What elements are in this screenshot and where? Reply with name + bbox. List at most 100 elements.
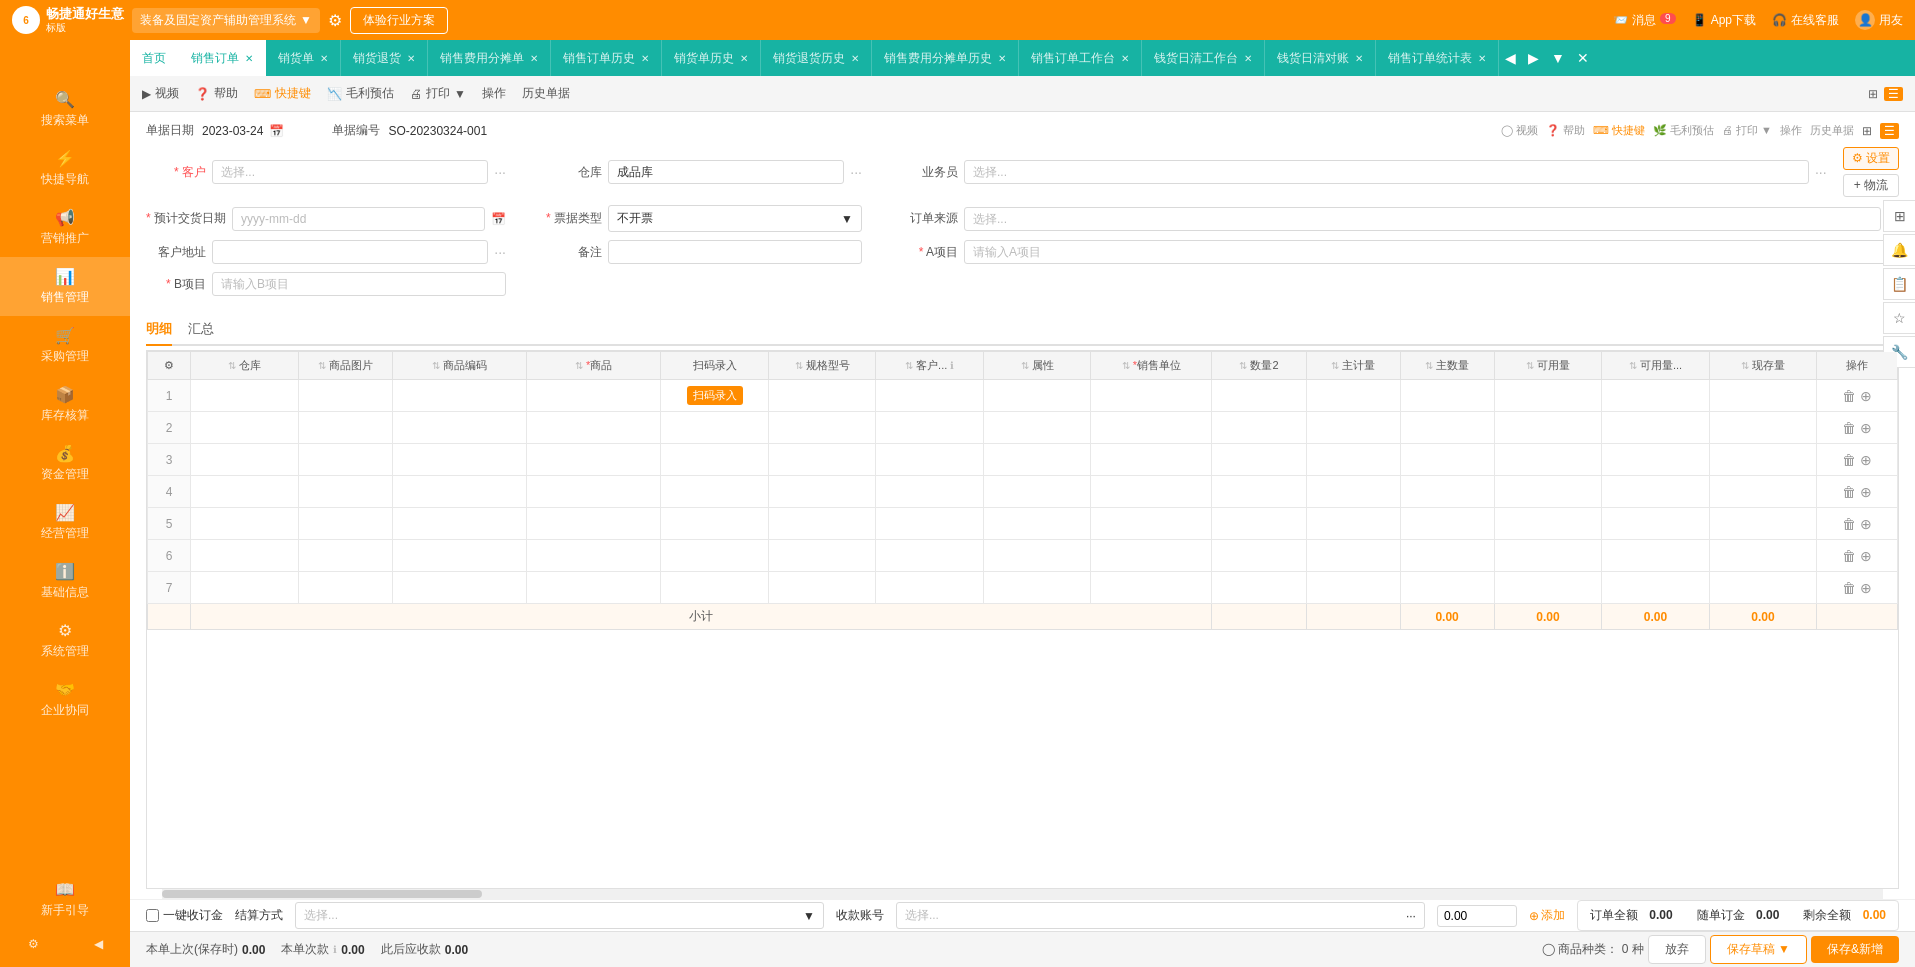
sidebar-item-quick-nav[interactable]: ⚡ 快捷导航 <box>0 139 130 198</box>
tab-sales-order-history[interactable]: 销售订单历史 ✕ <box>551 40 662 76</box>
row2-spec[interactable] <box>768 412 876 444</box>
row1-customer-code[interactable] <box>876 380 984 412</box>
tab-close-sales-order[interactable]: ✕ <box>245 53 253 64</box>
row7-copy-button[interactable]: ⊕ <box>1860 580 1872 596</box>
row7-delete-button[interactable]: 🗑 <box>1842 580 1856 596</box>
row2-delete-button[interactable]: 🗑 <box>1842 420 1856 436</box>
tab-summary[interactable]: 汇总 <box>188 314 214 346</box>
tab-close-cash-workbench[interactable]: ✕ <box>1244 53 1252 64</box>
toolbar-view[interactable]: ▶ 视频 <box>142 85 179 102</box>
solution-button[interactable]: 体验行业方案 <box>350 7 448 34</box>
save-draft-button[interactable]: 保存草稿 ▼ <box>1710 935 1807 964</box>
row2-sales-unit[interactable] <box>1091 412 1212 444</box>
sidebar-item-enterprise[interactable]: 🤝 企业协同 <box>0 670 130 729</box>
tab-detail[interactable]: 明细 <box>146 314 172 346</box>
sidebar-item-purchase[interactable]: 🛒 采购管理 <box>0 316 130 375</box>
help-label[interactable]: ❓ 帮助 <box>1546 123 1585 138</box>
toolbar-help[interactable]: ❓ 帮助 <box>195 85 238 102</box>
row1-delete-button[interactable]: 🗑 <box>1842 388 1856 404</box>
row4-delete-button[interactable]: 🗑 <box>1842 484 1856 500</box>
sidebar-item-search[interactable]: 🔍 搜索菜单 <box>0 80 130 139</box>
toolbar-operation[interactable]: 操作 <box>482 85 506 102</box>
row2-scan[interactable] <box>661 412 769 444</box>
payment-method-select[interactable]: 选择... ▼ <box>295 902 824 929</box>
row2-sku-code[interactable] <box>392 412 526 444</box>
add-payment-button[interactable]: ⊕ 添加 <box>1529 907 1565 924</box>
salesperson-input[interactable] <box>964 160 1809 184</box>
toolbar-print[interactable]: 🖨 打印 ▼ <box>410 85 466 102</box>
account-select[interactable]: 选择... ··· <box>896 902 1425 929</box>
tab-order-workbench[interactable]: 销售订单工作台 ✕ <box>1019 40 1142 76</box>
tab-sales-report[interactable]: 销售订单统计表 ✕ <box>1376 40 1499 76</box>
tab-home[interactable]: 首页 <box>130 40 179 76</box>
float-icon-3[interactable]: 📋 <box>1883 268 1915 300</box>
tab-close-cash-reconcile[interactable]: ✕ <box>1355 53 1363 64</box>
row2-stock[interactable] <box>1709 412 1817 444</box>
tab-sales-delivery[interactable]: 销货单 ✕ <box>266 40 341 76</box>
system-settings-icon[interactable]: ⚙ <box>328 11 342 30</box>
tab-close-delivery-history[interactable]: ✕ <box>740 53 748 64</box>
customer-more-button[interactable]: ··· <box>494 164 506 180</box>
warehouse-input[interactable] <box>608 160 844 184</box>
user-menu[interactable]: 👤 用友 <box>1855 10 1903 30</box>
delivery-calendar-icon[interactable]: 📅 <box>491 212 506 226</box>
tab-close-sales-return[interactable]: ✕ <box>407 53 415 64</box>
row2-image[interactable] <box>298 412 392 444</box>
payment-amount-input[interactable] <box>1437 905 1517 927</box>
one-click-checkout-checkbox[interactable] <box>146 909 159 922</box>
sidebar-settings-button[interactable]: ⚙ <box>28 937 39 951</box>
row3-delete-button[interactable]: 🗑 <box>1842 452 1856 468</box>
row2-available[interactable] <box>1494 412 1602 444</box>
discard-button[interactable]: 放弃 <box>1648 935 1706 964</box>
sidebar-item-operations[interactable]: 📈 经营管理 <box>0 493 130 552</box>
customer-input[interactable] <box>212 160 488 184</box>
tab-next-button[interactable]: ▶ <box>1522 50 1545 66</box>
tab-more-button[interactable]: ▼ <box>1545 50 1571 66</box>
row2-warehouse[interactable] <box>191 412 299 444</box>
row1-product[interactable] <box>527 380 661 412</box>
sidebar-collapse-button[interactable]: ◀ <box>94 937 103 951</box>
b-project-input[interactable] <box>212 272 506 296</box>
sidebar-item-basic-info[interactable]: ℹ️ 基础信息 <box>0 552 130 611</box>
online-service-button[interactable]: 🎧 在线客服 <box>1772 12 1839 29</box>
delivery-date-input[interactable] <box>232 207 485 231</box>
row1-attribute[interactable] <box>983 380 1091 412</box>
system-selector[interactable]: 装备及固定资产辅助管理系统 ▼ <box>132 8 320 33</box>
profit-label[interactable]: 🌿 毛利预估 <box>1653 123 1714 138</box>
tab-close-return-history[interactable]: ✕ <box>851 53 859 64</box>
tab-fee-split-history[interactable]: 销售费用分摊单历史 ✕ <box>872 40 1019 76</box>
row2-copy-button[interactable]: ⊕ <box>1860 420 1872 436</box>
tab-close-order-workbench[interactable]: ✕ <box>1121 53 1129 64</box>
settings-button[interactable]: ⚙ 设置 <box>1843 147 1899 170</box>
tab-close-all-button[interactable]: ✕ <box>1571 50 1595 66</box>
tab-close-sales-delivery[interactable]: ✕ <box>320 53 328 64</box>
sidebar-item-system[interactable]: ⚙ 系统管理 <box>0 611 130 670</box>
row1-available[interactable] <box>1494 380 1602 412</box>
tab-close-order-history[interactable]: ✕ <box>641 53 649 64</box>
tab-fee-split[interactable]: 销售费用分摊单 ✕ <box>428 40 551 76</box>
message-button[interactable]: 📨 消息 9 <box>1613 12 1676 29</box>
col-settings[interactable]: ⚙ <box>148 352 191 380</box>
order-source-input[interactable] <box>964 207 1881 231</box>
tab-cash-workbench[interactable]: 钱货日清工作台 ✕ <box>1142 40 1265 76</box>
row2-attribute[interactable] <box>983 412 1091 444</box>
row5-delete-button[interactable]: 🗑 <box>1842 516 1856 532</box>
salesperson-more-button[interactable]: ··· <box>1815 164 1827 180</box>
remark-input[interactable] <box>608 240 862 264</box>
tab-delivery-history[interactable]: 销货单历史 ✕ <box>662 40 761 76</box>
tab-close-fee-split-history[interactable]: ✕ <box>998 53 1006 64</box>
row4-copy-button[interactable]: ⊕ <box>1860 484 1872 500</box>
scan-button-1[interactable]: 扫码录入 <box>687 386 743 405</box>
row2-qty2[interactable] <box>1212 412 1306 444</box>
row1-image[interactable] <box>298 380 392 412</box>
tab-prev-button[interactable]: ◀ <box>1499 50 1522 66</box>
tab-cash-reconcile[interactable]: 钱货日清对账 ✕ <box>1265 40 1376 76</box>
warehouse-more-button[interactable]: ··· <box>850 164 862 180</box>
grid-view-icon[interactable]: ⊞ <box>1868 87 1878 101</box>
grid-icon-right[interactable]: ⊞ <box>1862 124 1872 138</box>
float-icon-4[interactable]: ☆ <box>1883 302 1915 334</box>
row1-sales-unit[interactable] <box>1091 380 1212 412</box>
row2-main-unit[interactable] <box>1306 412 1400 444</box>
list-view-icon[interactable]: ☰ <box>1884 87 1903 101</box>
shortcut-label[interactable]: ⌨ 快捷键 <box>1593 123 1645 138</box>
